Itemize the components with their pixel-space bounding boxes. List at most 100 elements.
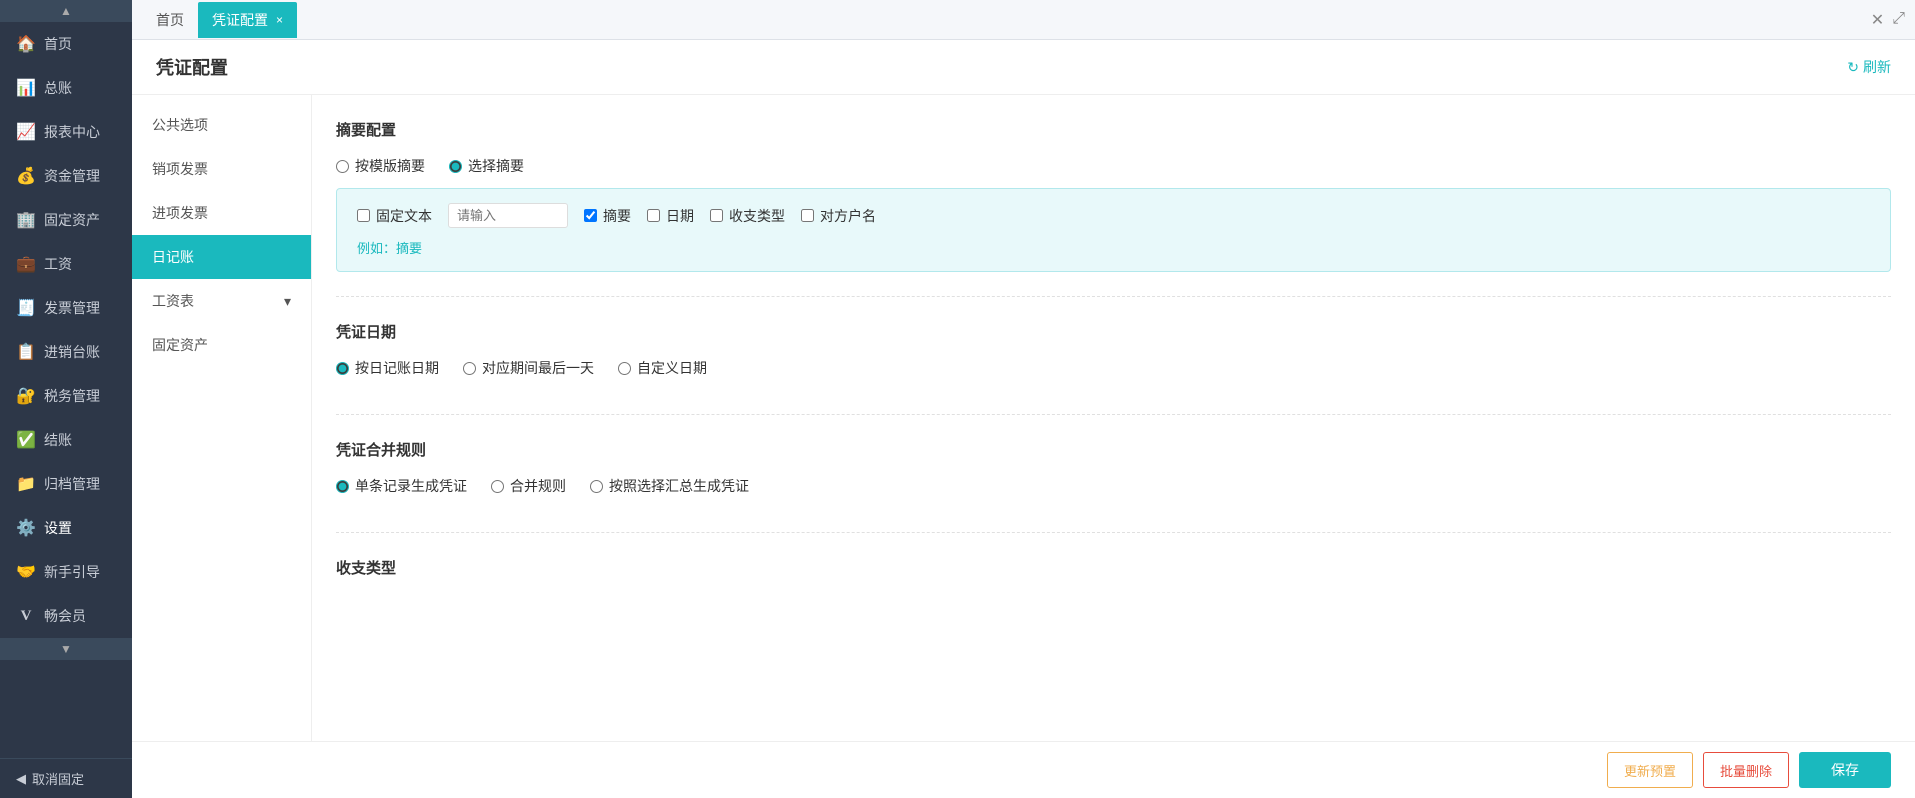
form-area: 摘要配置 按模版摘要 选择摘要 <box>312 95 1915 741</box>
sidebar-item-invoice-mgmt-label: 发票管理 <box>44 298 100 318</box>
left-nav-item-sales-invoice-label: 销项发票 <box>152 159 208 179</box>
voucher-date-section: 凭证日期 按日记账日期 对应期间最后一天 自定义日期 <box>336 321 1891 415</box>
radio-custom-date-input[interactable] <box>618 362 631 375</box>
sidebar-item-reports[interactable]: 📈 报表中心 <box>0 110 132 154</box>
tab-close-icon[interactable]: × <box>276 13 283 27</box>
radio-last-day-of-period[interactable]: 对应期间最后一天 <box>463 358 594 378</box>
ledger-icon: 📊 <box>16 78 36 98</box>
radio-merge-rule[interactable]: 合并规则 <box>491 476 566 496</box>
refresh-label: 刷新 <box>1863 57 1891 77</box>
radio-by-journal-date-input[interactable] <box>336 362 349 375</box>
radio-single-record[interactable]: 单条记录生成凭证 <box>336 476 467 496</box>
sidebar-item-guide[interactable]: 🤝 新手引导 <box>0 550 132 594</box>
checkbox-summary-input[interactable] <box>584 209 597 222</box>
radio-by-selection[interactable]: 按照选择汇总生成凭证 <box>590 476 749 496</box>
checkbox-income-type[interactable]: 收支类型 <box>710 206 785 226</box>
sidebar-unpin-button[interactable]: ◀ 取消固定 <box>0 758 132 798</box>
fixed-text-input[interactable] <box>448 203 568 228</box>
tab-home[interactable]: 首页 <box>142 2 198 38</box>
sidebar-item-guide-label: 新手引导 <box>44 562 100 582</box>
checkbox-fixed-text-input[interactable] <box>357 209 370 222</box>
sidebar-bottom-label: 取消固定 <box>32 769 84 788</box>
sidebar-item-payroll-label: 工资 <box>44 254 72 274</box>
radio-template-summary-input[interactable] <box>336 160 349 173</box>
tab-bar: 首页 凭证配置 × ✕ ⤢ <box>132 0 1915 40</box>
radio-by-selection-input[interactable] <box>590 480 603 493</box>
sidebar-item-settings[interactable]: ⚙️ 设置 <box>0 506 132 550</box>
radio-last-day-of-period-input[interactable] <box>463 362 476 375</box>
sidebar-item-tax[interactable]: 🔐 税务管理 <box>0 374 132 418</box>
radio-single-record-label: 单条记录生成凭证 <box>355 476 467 496</box>
radio-custom-date[interactable]: 自定义日期 <box>618 358 707 378</box>
sidebar-item-assets[interactable]: 🏢 固定资产 <box>0 198 132 242</box>
archive-icon: 📁 <box>16 474 36 494</box>
main-area: 首页 凭证配置 × ✕ ⤢ 凭证配置 ↻ 刷新 公共选项 <box>132 0 1915 798</box>
radio-by-journal-date[interactable]: 按日记账日期 <box>336 358 439 378</box>
example-text: 例如：摘要 <box>357 238 1870 257</box>
sidebar-item-funds[interactable]: 💰 资金管理 <box>0 154 132 198</box>
checkbox-counterparty[interactable]: 对方户名 <box>801 206 876 226</box>
example-label: 例如： <box>357 241 396 256</box>
sidebar: ▲ 🏠 首页 📊 总账 📈 报表中心 💰 资金管理 🏢 固定资产 💼 工资 🧾 … <box>0 0 132 798</box>
radio-merge-rule-label: 合并规则 <box>510 476 566 496</box>
left-nav-item-journal[interactable]: 日记账 <box>132 235 311 279</box>
reports-icon: 📈 <box>16 122 36 142</box>
sidebar-item-purchase-sales[interactable]: 📋 进销台账 <box>0 330 132 374</box>
unpin-icon: ◀ <box>16 771 26 787</box>
sidebar-item-home[interactable]: 🏠 首页 <box>0 22 132 66</box>
refresh-button[interactable]: ↻ 刷新 <box>1847 57 1891 77</box>
checkbox-counterparty-input[interactable] <box>801 209 814 222</box>
sidebar-scroll-down[interactable]: ▼ <box>0 638 132 660</box>
vip-icon: V <box>16 608 36 625</box>
assets-icon: 🏢 <box>16 210 36 230</box>
left-nav-item-sales-invoice[interactable]: 销项发票 <box>132 147 311 191</box>
checkbox-fixed-text-label: 固定文本 <box>376 206 432 226</box>
sidebar-item-ledger[interactable]: 📊 总账 <box>0 66 132 110</box>
radio-by-journal-date-label: 按日记账日期 <box>355 358 439 378</box>
radio-select-summary[interactable]: 选择摘要 <box>449 156 524 176</box>
radio-by-selection-label: 按照选择汇总生成凭证 <box>609 476 749 496</box>
sidebar-item-closing-label: 结账 <box>44 430 72 450</box>
radio-select-summary-label: 选择摘要 <box>468 156 524 176</box>
sidebar-item-closing[interactable]: ✅ 结账 <box>0 418 132 462</box>
payroll-icon: 💼 <box>16 254 36 274</box>
sidebar-item-funds-label: 资金管理 <box>44 166 100 186</box>
refresh-icon: ↻ <box>1847 59 1859 76</box>
income-expense-title: 收支类型 <box>336 557 1891 578</box>
left-nav-item-payroll-table-label: 工资表 <box>152 291 194 311</box>
checkbox-date-input[interactable] <box>647 209 660 222</box>
page-title: 凭证配置 <box>156 54 228 80</box>
sidebar-item-archive[interactable]: 📁 归档管理 <box>0 462 132 506</box>
radio-last-day-of-period-label: 对应期间最后一天 <box>482 358 594 378</box>
sidebar-item-invoice-mgmt[interactable]: 🧾 发票管理 <box>0 286 132 330</box>
radio-select-summary-input[interactable] <box>449 160 462 173</box>
left-nav-item-public[interactable]: 公共选项 <box>132 103 311 147</box>
window-close-icon[interactable]: ✕ <box>1871 10 1884 30</box>
checkbox-summary[interactable]: 摘要 <box>584 206 631 226</box>
update-preview-button[interactable]: 更新预置 <box>1607 752 1693 788</box>
sidebar-item-vip[interactable]: V 畅会员 <box>0 594 132 638</box>
checkbox-date[interactable]: 日期 <box>647 206 694 226</box>
checkbox-fixed-text[interactable]: 固定文本 <box>357 206 432 226</box>
radio-template-summary[interactable]: 按模版摘要 <box>336 156 425 176</box>
batch-delete-button[interactable]: 批量删除 <box>1703 752 1789 788</box>
tab-voucher-config[interactable]: 凭证配置 × <box>198 2 297 38</box>
left-nav-item-purchase-invoice-label: 进项发票 <box>152 203 208 223</box>
radio-custom-date-label: 自定义日期 <box>637 358 707 378</box>
window-expand-icon[interactable]: ⤢ <box>1892 10 1905 30</box>
sidebar-item-tax-label: 税务管理 <box>44 386 100 406</box>
tab-home-label: 首页 <box>156 10 184 30</box>
chevron-down-icon: ▾ <box>284 293 291 310</box>
left-nav-item-fixed-assets[interactable]: 固定资产 <box>132 323 311 367</box>
save-button[interactable]: 保存 <box>1799 752 1891 788</box>
left-nav-item-purchase-invoice[interactable]: 进项发票 <box>132 191 311 235</box>
radio-merge-rule-input[interactable] <box>491 480 504 493</box>
checkbox-summary-label: 摘要 <box>603 206 631 226</box>
checkbox-income-type-input[interactable] <box>710 209 723 222</box>
checkbox-income-type-label: 收支类型 <box>729 206 785 226</box>
radio-single-record-input[interactable] <box>336 480 349 493</box>
left-nav-item-payroll-table[interactable]: 工资表 ▾ <box>132 279 311 323</box>
sidebar-scroll-up[interactable]: ▲ <box>0 0 132 22</box>
sidebar-item-payroll[interactable]: 💼 工资 <box>0 242 132 286</box>
voucher-date-radio-group: 按日记账日期 对应期间最后一天 自定义日期 <box>336 358 1891 378</box>
